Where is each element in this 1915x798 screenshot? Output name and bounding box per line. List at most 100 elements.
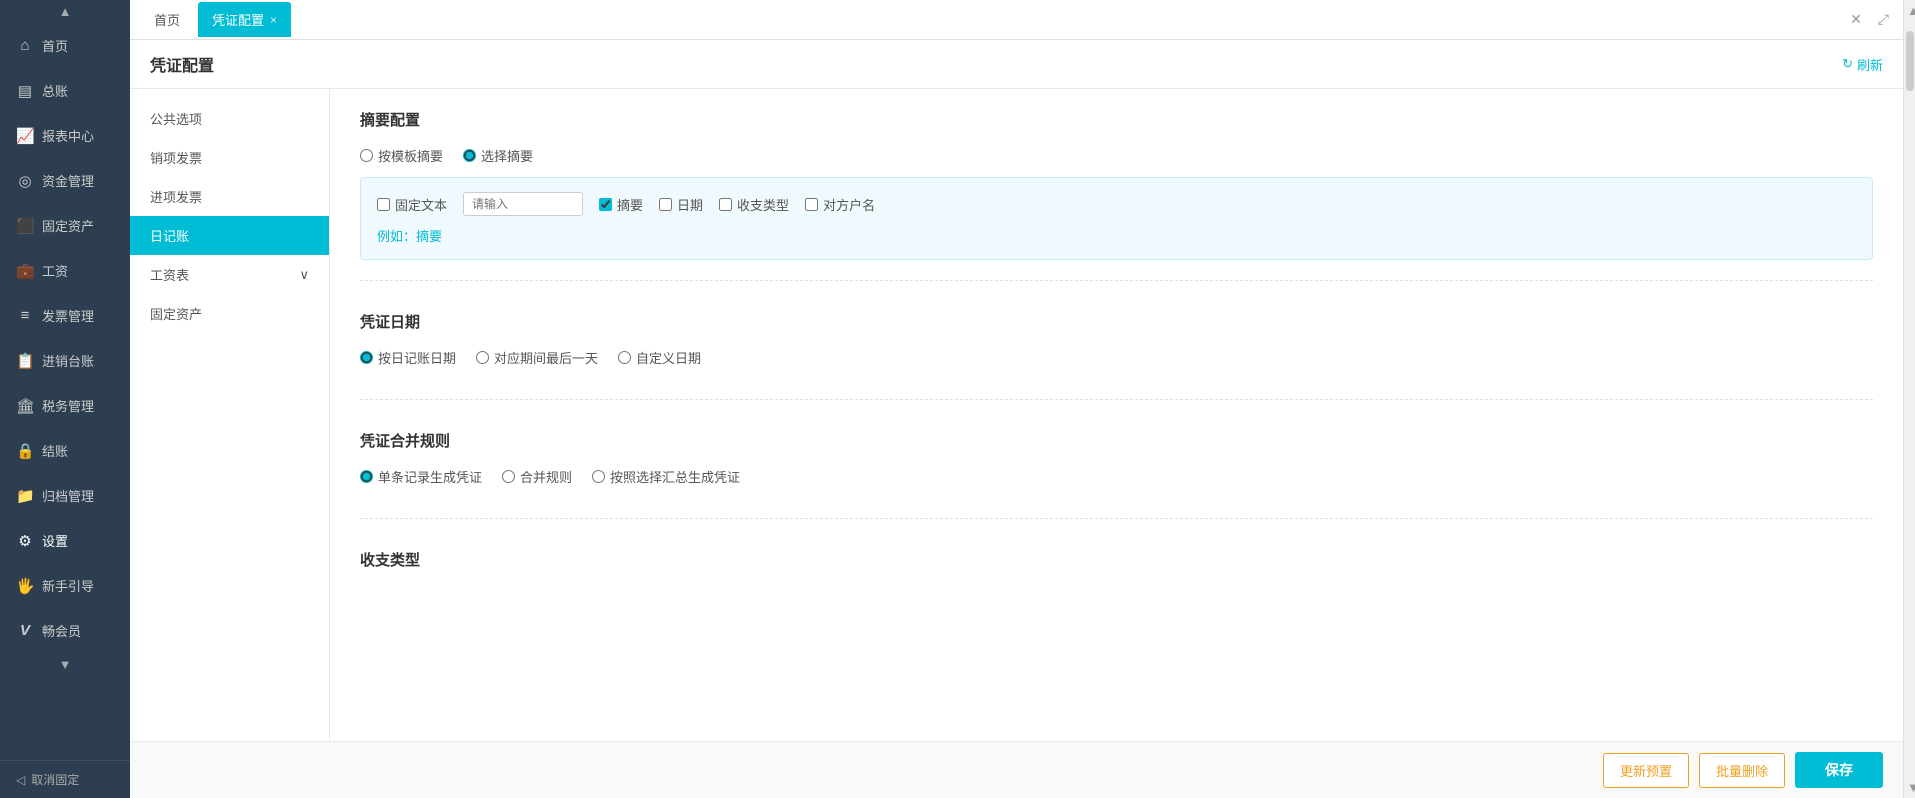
summary-options-row: 固定文本 摘要 日期 xyxy=(377,192,1856,216)
summary-config-section: 摘要配置 按模板摘要 选择摘要 xyxy=(360,109,1873,281)
sidebar-item-label: 首页 xyxy=(42,36,68,55)
radio-merge-input[interactable] xyxy=(502,470,515,483)
archive-icon: 📁 xyxy=(16,487,34,505)
sidebar-item-invoice[interactable]: ≡ 发票管理 xyxy=(0,293,130,338)
left-nav-item-purchase-invoice[interactable]: 进项发票 xyxy=(130,177,329,216)
update-preview-button[interactable]: 更新预置 xyxy=(1603,753,1689,788)
global-scrollbar[interactable]: ▲ ▼ xyxy=(1903,0,1915,798)
radio-merge[interactable]: 合并规则 xyxy=(502,467,572,486)
sidebar-item-home[interactable]: ⌂ 首页 xyxy=(0,23,130,68)
scroll-down-arrow[interactable]: ▼ xyxy=(1904,777,1915,798)
summary-radio-group: 按模板摘要 选择摘要 xyxy=(360,146,1873,165)
sidebar-item-archive[interactable]: 📁 归档管理 xyxy=(0,473,130,518)
salary-icon: 💼 xyxy=(16,262,34,280)
sidebar-item-label: 资金管理 xyxy=(42,171,94,190)
fixed-text-input[interactable] xyxy=(463,192,583,216)
radio-select-input[interactable] xyxy=(463,149,476,162)
sidebar: ▲ ⌂ 首页 ▤ 总账 📈 报表中心 ◎ 资金管理 ⬛ 固定资产 💼 工资 ≡ … xyxy=(0,0,130,798)
sidebar-scroll-down[interactable]: ▼ xyxy=(0,653,130,676)
window-resize-button[interactable]: ⤢ xyxy=(1874,7,1893,32)
sidebar-item-vip[interactable]: V 畅会员 xyxy=(0,608,130,653)
window-close-button[interactable]: ✕ xyxy=(1846,7,1866,32)
checkbox-fixed-text[interactable]: 固定文本 xyxy=(377,195,447,214)
batch-delete-button[interactable]: 批量删除 xyxy=(1699,753,1785,788)
voucher-date-radio-group: 按日记账日期 对应期间最后一天 自定义日期 xyxy=(360,348,1873,367)
radio-custom-date-input[interactable] xyxy=(618,351,631,364)
radio-custom-date[interactable]: 自定义日期 xyxy=(618,348,701,367)
radio-batch[interactable]: 按照选择汇总生成凭证 xyxy=(592,467,740,486)
page: 凭证配置 ↻ 刷新 公共选项 销项发票 进项发票 日记账 xyxy=(130,40,1903,798)
sidebar-item-salary[interactable]: 💼 工资 xyxy=(0,248,130,293)
sidebar-item-label: 税务管理 xyxy=(42,396,94,415)
voucher-date-title: 凭证日期 xyxy=(360,311,1873,332)
merge-rule-radio-group: 单条记录生成凭证 合并规则 按照选择汇总生成凭证 xyxy=(360,467,1873,486)
checkbox-fixed-text-input[interactable] xyxy=(377,198,390,211)
sidebar-item-tax[interactable]: 🏛 税务管理 xyxy=(0,383,130,428)
checkbox-date[interactable]: 日期 xyxy=(659,195,703,214)
radio-journal-date[interactable]: 按日记账日期 xyxy=(360,348,456,367)
sidebar-item-finance[interactable]: ◎ 资金管理 xyxy=(0,158,130,203)
home-icon: ⌂ xyxy=(16,37,34,54)
sidebar-item-ledger[interactable]: ▤ 总账 xyxy=(0,68,130,113)
checkbox-income-type-input[interactable] xyxy=(719,198,732,211)
sidebar-item-label: 设置 xyxy=(42,531,68,550)
radio-single[interactable]: 单条记录生成凭证 xyxy=(360,467,482,486)
sidebar-item-label: 工资 xyxy=(42,261,68,280)
left-nav-item-payroll[interactable]: 工资表 ∨ xyxy=(130,255,329,294)
left-nav-item-public[interactable]: 公共选项 xyxy=(130,99,329,138)
income-type-title: 收支类型 xyxy=(360,549,1873,570)
radio-select-summary[interactable]: 选择摘要 xyxy=(463,146,533,165)
radio-batch-input[interactable] xyxy=(592,470,605,483)
tab-close-icon[interactable]: × xyxy=(270,13,277,27)
sidebar-item-purchase-sales[interactable]: 📋 进销台账 xyxy=(0,338,130,383)
merge-rule-title: 凭证合并规则 xyxy=(360,430,1873,451)
sidebar-unpin-button[interactable]: ◁ 取消固定 xyxy=(0,760,130,798)
sidebar-item-label: 进销台账 xyxy=(42,351,94,370)
radio-last-day[interactable]: 对应期间最后一天 xyxy=(476,348,598,367)
sidebar-item-close[interactable]: 🔒 结账 xyxy=(0,428,130,473)
radio-single-input[interactable] xyxy=(360,470,373,483)
refresh-button[interactable]: ↻ 刷新 xyxy=(1842,55,1883,74)
left-nav-item-sales-invoice[interactable]: 销项发票 xyxy=(130,138,329,177)
purchase-sales-icon: 📋 xyxy=(16,352,34,370)
summary-options-box: 固定文本 摘要 日期 xyxy=(360,177,1873,260)
sidebar-item-label: 发票管理 xyxy=(42,306,94,325)
radio-last-day-input[interactable] xyxy=(476,351,489,364)
sidebar-item-label: 畅会员 xyxy=(42,621,81,640)
radio-template-input[interactable] xyxy=(360,149,373,162)
ledger-icon: ▤ xyxy=(16,82,34,100)
sidebar-item-report[interactable]: 📈 报表中心 xyxy=(0,113,130,158)
scroll-thumb[interactable] xyxy=(1906,31,1914,91)
sidebar-scroll-up[interactable]: ▲ xyxy=(0,0,130,23)
checkbox-summary-input[interactable] xyxy=(599,198,612,211)
left-nav: 公共选项 销项发票 进项发票 日记账 工资表 ∨ 固定资产 xyxy=(130,89,330,741)
invoice-icon: ≡ xyxy=(16,307,34,324)
checkbox-date-input[interactable] xyxy=(659,198,672,211)
sidebar-item-fixed-assets[interactable]: ⬛ 固定资产 xyxy=(0,203,130,248)
sidebar-item-settings[interactable]: ⚙ 设置 xyxy=(0,518,130,563)
scroll-up-arrow[interactable]: ▲ xyxy=(1904,0,1915,21)
sidebar-item-label: 新手引导 xyxy=(42,576,94,595)
chevron-down-icon: ∨ xyxy=(299,267,309,283)
fixed-assets-icon: ⬛ xyxy=(16,217,34,235)
tab-voucher-config[interactable]: 凭证配置 × xyxy=(198,2,291,37)
tab-bar: 首页 凭证配置 × ✕ ⤢ xyxy=(130,0,1903,40)
page-header: 凭证配置 ↻ 刷新 xyxy=(130,40,1903,89)
radio-template-summary[interactable]: 按模板摘要 xyxy=(360,146,443,165)
checkbox-summary[interactable]: 摘要 xyxy=(599,195,643,214)
merge-rule-section: 凭证合并规则 单条记录生成凭证 合并规则 按照选择汇总生成凭证 xyxy=(360,430,1873,519)
refresh-icon: ↻ xyxy=(1842,56,1853,72)
sidebar-item-guide[interactable]: 🖐 新手引导 xyxy=(0,563,130,608)
checkbox-counterpart-input[interactable] xyxy=(805,198,818,211)
tab-home[interactable]: 首页 xyxy=(140,2,194,37)
summary-config-title: 摘要配置 xyxy=(360,109,1873,130)
save-button[interactable]: 保存 xyxy=(1795,752,1883,788)
checkbox-income-type[interactable]: 收支类型 xyxy=(719,195,789,214)
sidebar-item-label: 归档管理 xyxy=(42,486,94,505)
radio-journal-date-input[interactable] xyxy=(360,351,373,364)
voucher-date-section: 凭证日期 按日记账日期 对应期间最后一天 自定义日期 xyxy=(360,311,1873,400)
left-nav-item-fixed-assets[interactable]: 固定资产 xyxy=(130,294,329,333)
sidebar-item-label: 固定资产 xyxy=(42,216,94,235)
checkbox-counterpart[interactable]: 对方户名 xyxy=(805,195,875,214)
left-nav-item-journal[interactable]: 日记账 xyxy=(130,216,329,255)
